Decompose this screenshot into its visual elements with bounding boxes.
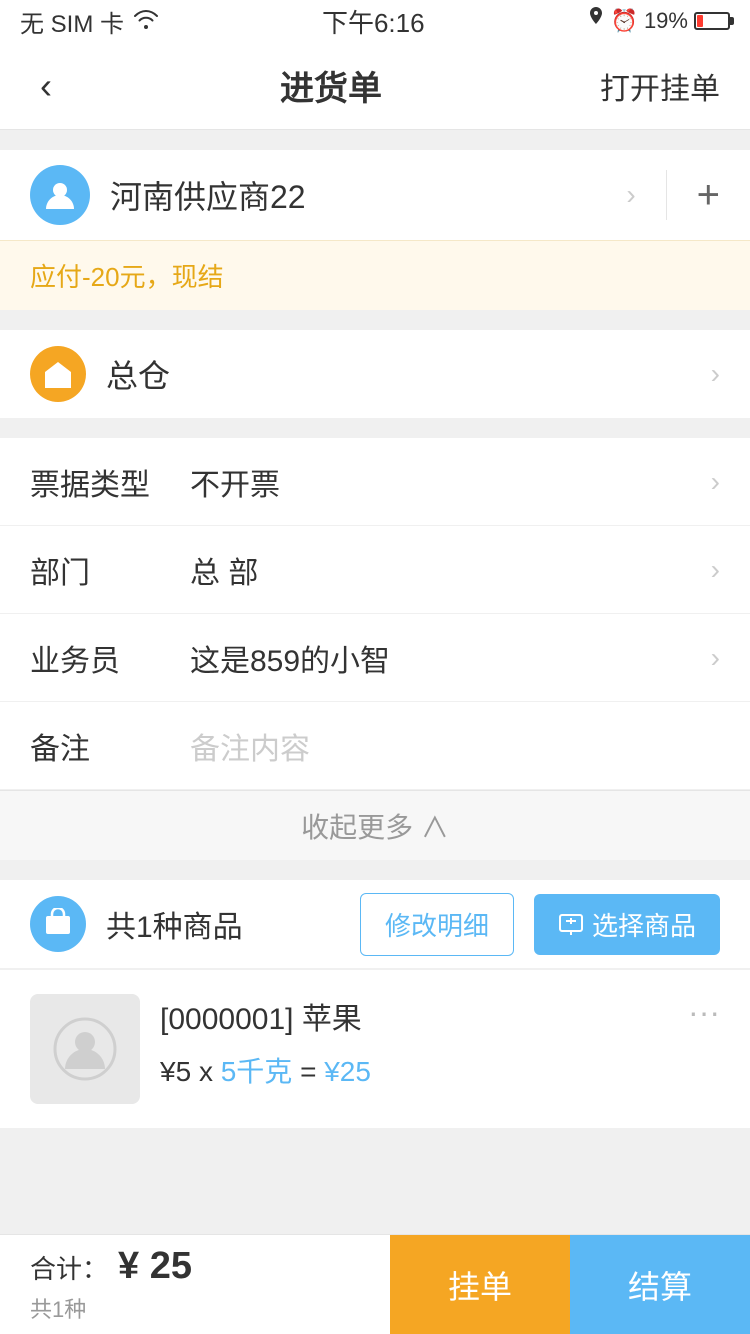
total-row: 合计： ¥ 25 (30, 1245, 360, 1288)
carrier-text: 无 SIM 卡 (20, 4, 124, 39)
alert-banner: 应付-20元，现结 (0, 240, 750, 310)
supplier-divider (666, 170, 667, 220)
wifi-icon (132, 7, 160, 36)
product-thumbnail (30, 994, 140, 1104)
total-amount: ¥ 25 (118, 1245, 192, 1288)
open-pending-button[interactable]: 打开挂单 (600, 64, 720, 108)
product-equals: = (300, 1056, 324, 1087)
checkout-button[interactable]: 结算 (570, 1235, 750, 1334)
supplier-name: 河南供应商22 (110, 172, 626, 218)
gap-2 (0, 310, 750, 330)
modify-detail-button[interactable]: 修改明细 (360, 893, 514, 956)
status-bar: 无 SIM 卡 下午6:16 ⏰ 19% (0, 0, 750, 42)
total-section: 合计： ¥ 25 共1种 (0, 1235, 390, 1334)
battery-icon (694, 12, 730, 30)
alarm-icon: ⏰ (611, 8, 638, 34)
select-product-button[interactable]: 选择商品 (534, 894, 720, 955)
department-value: 总 部 (190, 548, 711, 592)
remark-placeholder: 备注内容 (190, 724, 720, 768)
department-chevron-icon: › (711, 554, 720, 586)
supplier-section[interactable]: 河南供应商22 › + (0, 150, 750, 240)
collapse-bar[interactable]: 收起更多 ∧ (0, 790, 750, 860)
page-title: 进货单 (280, 61, 382, 110)
remark-label: 备注 (30, 724, 190, 768)
product-header: 共1种商品 修改明细 选择商品 (0, 880, 750, 968)
invoice-type-value: 不开票 (190, 460, 711, 504)
gap-3 (0, 418, 750, 438)
gap-4 (0, 860, 750, 880)
product-card: [0000001] 苹果 ¥5 x 5千克 = ¥25 ··· (0, 970, 750, 1128)
product-name: [0000001] 苹果 (160, 994, 658, 1038)
total-label: 合计： (30, 1249, 108, 1286)
product-multiply: x (199, 1056, 221, 1087)
invoice-type-label: 票据类型 (30, 460, 190, 504)
product-more-button[interactable]: ··· (678, 994, 720, 1031)
status-bar-left: 无 SIM 卡 (20, 4, 160, 39)
warehouse-icon (30, 346, 86, 402)
battery-percent: 19% (644, 8, 688, 34)
product-unit-price: ¥5 (160, 1056, 191, 1087)
salesperson-chevron-icon: › (711, 642, 720, 674)
location-icon (587, 7, 605, 35)
warehouse-section[interactable]: 总仓 › (0, 330, 750, 418)
product-total: ¥25 (324, 1056, 371, 1087)
bottom-bar: 合计： ¥ 25 共1种 挂单 结算 (0, 1234, 750, 1334)
status-bar-time: 下午6:16 (322, 3, 425, 40)
remark-row[interactable]: 备注 备注内容 (0, 702, 750, 790)
add-supplier-button[interactable]: + (697, 173, 720, 218)
supplier-avatar (30, 165, 90, 225)
invoice-type-chevron-icon: › (711, 466, 720, 498)
status-bar-right: ⏰ 19% (587, 7, 730, 35)
supplier-chevron-icon: › (626, 179, 635, 211)
product-qty: 5千克 (221, 1056, 293, 1087)
back-button[interactable]: ‹ (30, 55, 62, 117)
warehouse-name: 总仓 (106, 351, 711, 397)
total-sub: 共1种 (30, 1292, 360, 1324)
department-label: 部门 (30, 548, 190, 592)
invoice-type-row[interactable]: 票据类型 不开票 › (0, 438, 750, 526)
salesperson-label: 业务员 (30, 636, 190, 680)
salesperson-row[interactable]: 业务员 这是859的小智 › (0, 614, 750, 702)
hang-button[interactable]: 挂单 (390, 1235, 570, 1334)
product-count-label: 共1种商品 (106, 902, 340, 946)
department-row[interactable]: 部门 总 部 › (0, 526, 750, 614)
gap-1 (0, 130, 750, 150)
bottom-spacer (0, 1128, 750, 1228)
nav-bar: ‹ 进货单 打开挂单 (0, 42, 750, 130)
select-product-label: 选择商品 (592, 906, 696, 943)
product-info: [0000001] 苹果 ¥5 x 5千克 = ¥25 (160, 994, 658, 1090)
product-price-row: ¥5 x 5千克 = ¥25 (160, 1050, 658, 1090)
salesperson-value: 这是859的小智 (190, 636, 711, 680)
warehouse-chevron-icon: › (711, 358, 720, 390)
product-section-icon (30, 896, 86, 952)
